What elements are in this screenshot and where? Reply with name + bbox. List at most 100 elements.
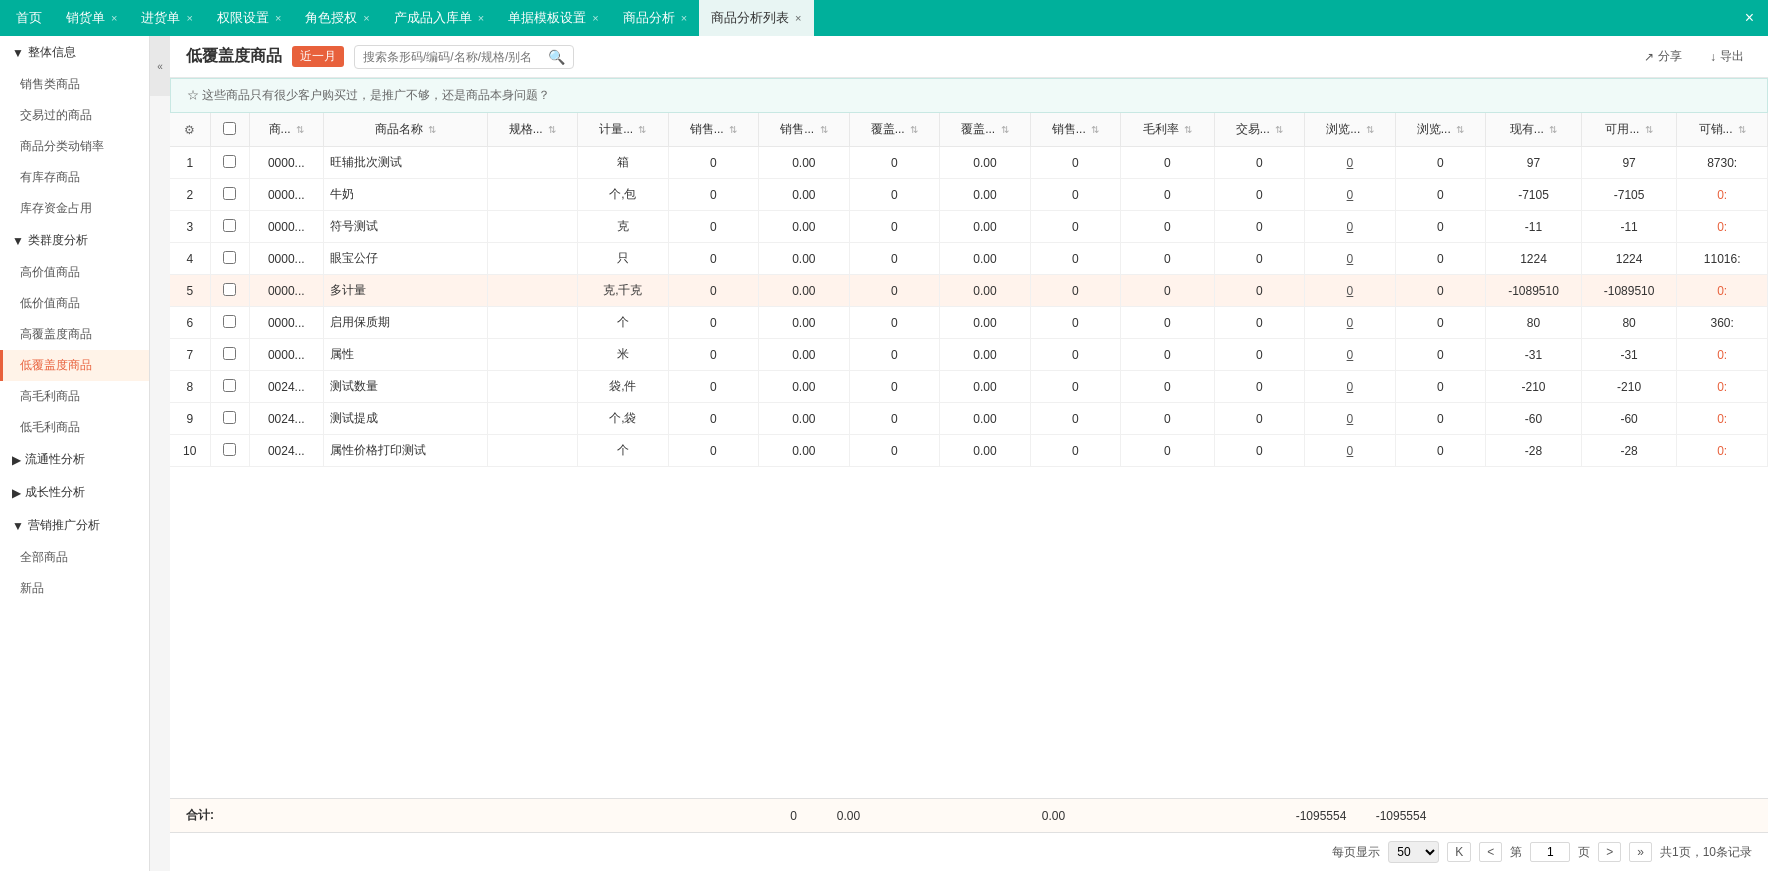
sidebar-item-traded-goods[interactable]: 交易过的商品 bbox=[0, 100, 149, 131]
row-select-checkbox[interactable] bbox=[223, 443, 236, 456]
sidebar-item-stocked-goods[interactable]: 有库存商品 bbox=[0, 162, 149, 193]
row-browse1[interactable]: 0 bbox=[1305, 339, 1396, 371]
sidebar-section-marketing[interactable]: ▼ 营销推广分析 bbox=[0, 509, 149, 542]
sidebar-collapse-button[interactable]: « bbox=[150, 36, 170, 96]
sort-icon[interactable]: ⇅ bbox=[1738, 124, 1746, 135]
nav-tab-analysis[interactable]: 商品分析 × bbox=[611, 0, 699, 36]
next-page-button[interactable]: > bbox=[1598, 842, 1621, 862]
close-icon[interactable]: × bbox=[592, 12, 598, 24]
row-browse1[interactable]: 0 bbox=[1305, 371, 1396, 403]
sidebar-section-general[interactable]: ▼ 整体信息 bbox=[0, 36, 149, 69]
sort-icon[interactable]: ⇅ bbox=[1275, 124, 1283, 135]
pagination-bar: 每页显示 50 20 100 K < 第 页 > » 共1页，10条记录 bbox=[170, 832, 1768, 871]
row-select-checkbox[interactable] bbox=[223, 315, 236, 328]
period-badge[interactable]: 近一月 bbox=[292, 46, 344, 67]
row-select-checkbox[interactable] bbox=[223, 379, 236, 392]
sidebar-item-new-goods[interactable]: 新品 bbox=[0, 573, 149, 604]
sidebar-section-circulation[interactable]: ▶ 流通性分析 bbox=[0, 443, 149, 476]
sidebar-item-high-margin[interactable]: 高毛利商品 bbox=[0, 381, 149, 412]
close-icon[interactable]: × bbox=[681, 12, 687, 24]
last-page-button[interactable]: » bbox=[1629, 842, 1652, 862]
col-checkbox[interactable] bbox=[210, 113, 249, 147]
share-button[interactable]: ↗ 分享 bbox=[1636, 44, 1690, 69]
nav-tab-analysis-list[interactable]: 商品分析列表 × bbox=[699, 0, 813, 36]
close-icon[interactable]: × bbox=[275, 12, 281, 24]
close-icon[interactable]: × bbox=[111, 12, 117, 24]
close-icon[interactable]: × bbox=[478, 12, 484, 24]
sort-icon[interactable]: ⇅ bbox=[638, 124, 646, 135]
sidebar-item-high-value[interactable]: 高价值商品 bbox=[0, 257, 149, 288]
sort-icon[interactable]: ⇅ bbox=[1456, 124, 1464, 135]
row-checkbox[interactable] bbox=[210, 179, 249, 211]
sidebar-item-all-goods[interactable]: 全部商品 bbox=[0, 542, 149, 573]
sort-icon[interactable]: ⇅ bbox=[1645, 124, 1653, 135]
row-select-checkbox[interactable] bbox=[223, 155, 236, 168]
row-select-checkbox[interactable] bbox=[223, 187, 236, 200]
sidebar-section-cluster[interactable]: ▼ 类群度分析 bbox=[0, 224, 149, 257]
sort-icon[interactable]: ⇅ bbox=[910, 124, 918, 135]
row-browse1[interactable]: 0 bbox=[1305, 435, 1396, 467]
search-icon[interactable]: 🔍 bbox=[548, 49, 565, 65]
nav-tab-sales[interactable]: 销货单 × bbox=[54, 0, 129, 36]
row-checkbox[interactable] bbox=[210, 403, 249, 435]
row-select-checkbox[interactable] bbox=[223, 347, 236, 360]
sort-icon[interactable]: ⇅ bbox=[820, 124, 828, 135]
close-icon[interactable]: × bbox=[186, 12, 192, 24]
sidebar-section-growth[interactable]: ▶ 成长性分析 bbox=[0, 476, 149, 509]
export-button[interactable]: ↓ 导出 bbox=[1702, 44, 1752, 69]
prev-page-button[interactable]: < bbox=[1479, 842, 1502, 862]
nav-tab-roles[interactable]: 角色授权 × bbox=[293, 0, 381, 36]
row-select-checkbox[interactable] bbox=[223, 283, 236, 296]
sort-icon[interactable]: ⇅ bbox=[296, 124, 304, 135]
row-browse1[interactable]: 0 bbox=[1305, 403, 1396, 435]
first-page-button[interactable]: K bbox=[1447, 842, 1471, 862]
sort-icon[interactable]: ⇅ bbox=[1366, 124, 1374, 135]
row-checkbox[interactable] bbox=[210, 371, 249, 403]
row-checkbox[interactable] bbox=[210, 339, 249, 371]
page-size-select[interactable]: 50 20 100 bbox=[1388, 841, 1439, 863]
row-select-checkbox[interactable] bbox=[223, 219, 236, 232]
row-browse1[interactable]: 0 bbox=[1305, 179, 1396, 211]
row-checkbox[interactable] bbox=[210, 211, 249, 243]
row-browse1[interactable]: 0 bbox=[1305, 147, 1396, 179]
row-checkbox[interactable] bbox=[210, 307, 249, 339]
sort-icon[interactable]: ⇅ bbox=[729, 124, 737, 135]
row-browse1[interactable]: 0 bbox=[1305, 211, 1396, 243]
row-checkbox[interactable] bbox=[210, 275, 249, 307]
search-input[interactable] bbox=[363, 50, 548, 64]
sidebar-item-low-coverage[interactable]: 低覆盖度商品 bbox=[0, 350, 149, 381]
select-all-checkbox[interactable] bbox=[223, 122, 236, 135]
sidebar-item-low-margin[interactable]: 低毛利商品 bbox=[0, 412, 149, 443]
nav-tab-purchase[interactable]: 进货单 × bbox=[129, 0, 204, 36]
close-icon[interactable]: × bbox=[363, 12, 369, 24]
sort-icon[interactable]: ⇅ bbox=[1001, 124, 1009, 135]
row-checkbox[interactable] bbox=[210, 243, 249, 275]
page-number-input[interactable] bbox=[1530, 842, 1570, 862]
sort-icon[interactable]: ⇅ bbox=[428, 124, 436, 135]
row-browse1[interactable]: 0 bbox=[1305, 275, 1396, 307]
search-box[interactable]: 🔍 bbox=[354, 45, 574, 69]
sort-icon[interactable]: ⇅ bbox=[1549, 124, 1557, 135]
nav-tab-home[interactable]: 首页 bbox=[4, 0, 54, 36]
row-select-checkbox[interactable] bbox=[223, 411, 236, 424]
sort-icon[interactable]: ⇅ bbox=[548, 124, 556, 135]
row-checkbox[interactable] bbox=[210, 435, 249, 467]
sidebar-item-sales-goods[interactable]: 销售类商品 bbox=[0, 69, 149, 100]
nav-tab-template[interactable]: 单据模板设置 × bbox=[496, 0, 610, 36]
row-browse1[interactable]: 0 bbox=[1305, 243, 1396, 275]
sidebar-item-inventory-capital[interactable]: 库存资金占用 bbox=[0, 193, 149, 224]
sort-icon[interactable]: ⇅ bbox=[1184, 124, 1192, 135]
sidebar-item-low-value[interactable]: 低价值商品 bbox=[0, 288, 149, 319]
sidebar-item-category-turnover[interactable]: 商品分类动销率 bbox=[0, 131, 149, 162]
table-container[interactable]: ⚙ 商... ⇅ 商品名称 ⇅ 规格... ⇅ 计量... ⇅ 销售... ⇅ … bbox=[170, 113, 1768, 798]
col-settings[interactable]: ⚙ bbox=[170, 113, 210, 147]
close-all-button[interactable]: × bbox=[1735, 9, 1764, 27]
sidebar-item-high-coverage[interactable]: 高覆盖度商品 bbox=[0, 319, 149, 350]
row-select-checkbox[interactable] bbox=[223, 251, 236, 264]
nav-tab-inventory[interactable]: 产成品入库单 × bbox=[382, 0, 496, 36]
sort-icon[interactable]: ⇅ bbox=[1091, 124, 1099, 135]
row-checkbox[interactable] bbox=[210, 147, 249, 179]
nav-tab-permissions[interactable]: 权限设置 × bbox=[205, 0, 293, 36]
row-browse1[interactable]: 0 bbox=[1305, 307, 1396, 339]
close-icon[interactable]: × bbox=[795, 12, 801, 24]
